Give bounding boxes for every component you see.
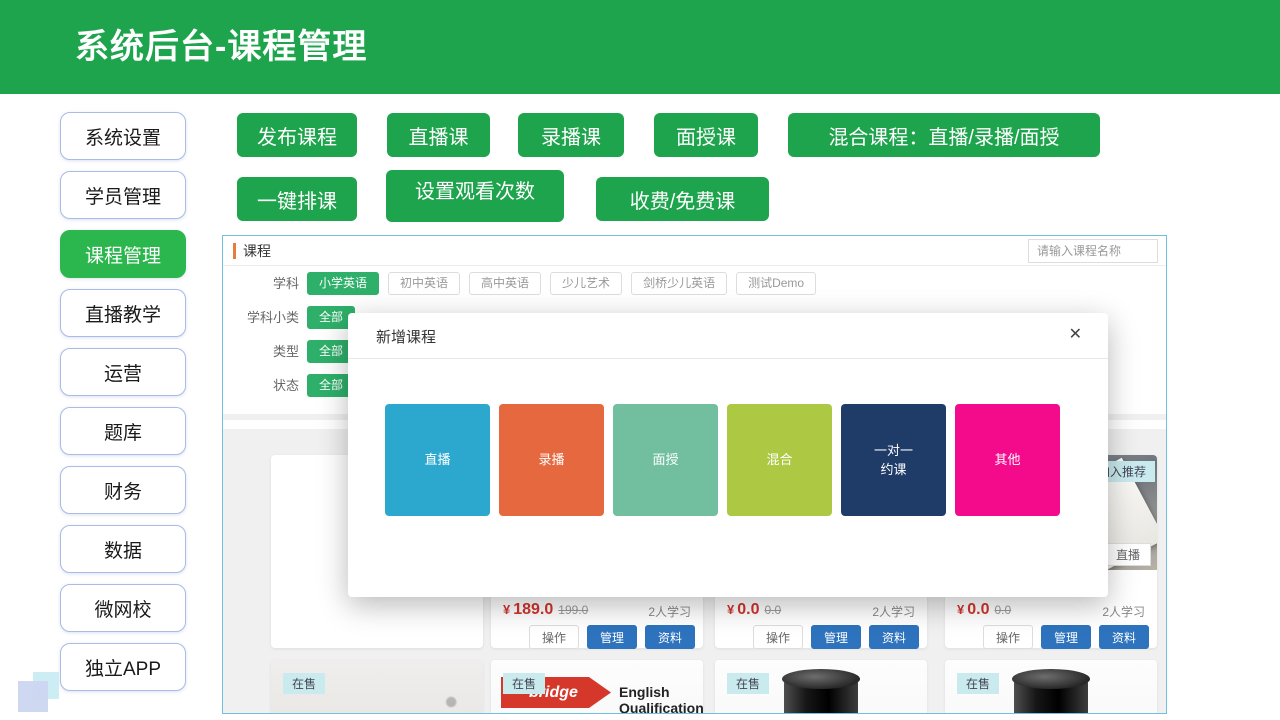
filter-tag-test-demo[interactable]: 测试Demo xyxy=(736,272,816,295)
currency-symbol: ¥ xyxy=(503,602,510,617)
operate-button[interactable]: 操作 xyxy=(753,625,803,649)
filter-row-subject: 学科 小学英语 初中英语 高中英语 少儿艺术 剑桥少儿英语 测试Demo xyxy=(223,272,1166,296)
course-type-recorded[interactable]: 录播 xyxy=(499,404,604,516)
modal-title: 新增课程 xyxy=(376,326,436,347)
close-icon[interactable]: ✕ xyxy=(1069,324,1082,344)
manage-button[interactable]: 管理 xyxy=(811,625,861,649)
students-count: 2人学习 xyxy=(1102,603,1145,620)
one-click-schedule-button[interactable]: 一键排课 xyxy=(237,177,357,221)
card-actions: 操作 管理 资料 xyxy=(983,625,1149,649)
course-card[interactable]: 在售 xyxy=(945,660,1157,714)
sidebar-item-standalone-app[interactable]: 独立APP xyxy=(60,643,186,691)
original-price: 0.0 xyxy=(994,603,1011,617)
publish-course-button[interactable]: 发布课程 xyxy=(237,113,357,157)
filter-tag-junior-english[interactable]: 初中英语 xyxy=(388,272,460,295)
recorded-course-button[interactable]: 录播课 xyxy=(518,113,624,157)
decorative-square-lavender xyxy=(18,681,48,712)
filter-tag-cambridge-kids-english[interactable]: 剑桥少儿英语 xyxy=(631,272,727,295)
operate-button[interactable]: 操作 xyxy=(529,625,579,649)
page-title: 系统后台-课程管理 xyxy=(75,0,367,94)
on-sale-badge: 在售 xyxy=(957,673,999,694)
filter-tag-senior-english[interactable]: 高中英语 xyxy=(469,272,541,295)
panel-title: 课程 xyxy=(243,236,271,266)
manage-button[interactable]: 管理 xyxy=(1041,625,1091,649)
course-price: 0.0 xyxy=(737,601,759,618)
materials-button[interactable]: 资料 xyxy=(645,625,695,649)
mixed-course-button[interactable]: 混合课程：直播/录播/面授 xyxy=(788,113,1100,157)
price-row: ¥0.0 0.0 xyxy=(957,601,1011,619)
on-sale-badge: 在售 xyxy=(503,673,545,694)
search-input[interactable] xyxy=(1028,239,1158,263)
tag-list: 小学英语 初中英语 高中英语 少儿艺术 剑桥少儿英语 测试Demo xyxy=(307,272,816,295)
course-price: 0.0 xyxy=(967,601,989,618)
materials-button[interactable]: 资料 xyxy=(1099,625,1149,649)
live-course-button[interactable]: 直播课 xyxy=(387,113,490,157)
set-view-count-button[interactable]: 设置观看次数 xyxy=(386,170,564,222)
course-cover-title: English Qualifications xyxy=(619,684,703,714)
card-actions: 操作 管理 资料 xyxy=(529,625,695,649)
price-row: ¥0.0 0.0 xyxy=(727,601,781,619)
manage-button[interactable]: 管理 xyxy=(587,625,637,649)
panel-header: 课程 xyxy=(223,236,1166,266)
original-price: 0.0 xyxy=(764,603,781,617)
filter-label: 状态 xyxy=(223,374,299,398)
sidebar-item-system-settings[interactable]: 系统设置 xyxy=(60,112,186,160)
on-sale-badge: 在售 xyxy=(283,673,325,694)
accent-bar xyxy=(233,243,236,259)
course-card[interactable]: 在售 xyxy=(271,660,483,714)
course-type-in-person[interactable]: 面授 xyxy=(613,404,718,516)
materials-button[interactable]: 资料 xyxy=(869,625,919,649)
course-card[interactable]: 在售 xyxy=(715,660,927,714)
filter-label: 学科小类 xyxy=(223,306,299,330)
speaker-product-image xyxy=(1014,678,1088,714)
sidebar-item-live-teaching[interactable]: 直播教学 xyxy=(60,289,186,337)
course-type-live[interactable]: 直播 xyxy=(385,404,490,516)
students-count: 2人学习 xyxy=(648,603,691,620)
filter-label: 类型 xyxy=(223,340,299,364)
operate-button[interactable]: 操作 xyxy=(983,625,1033,649)
sidebar-item-data[interactable]: 数据 xyxy=(60,525,186,573)
paid-free-course-button[interactable]: 收费/免费课 xyxy=(596,177,769,221)
course-type-other[interactable]: 其他 xyxy=(955,404,1060,516)
sidebar-item-question-bank[interactable]: 题库 xyxy=(60,407,186,455)
course-card[interactable]: bridge English Qualifications 在售 xyxy=(491,660,703,714)
add-course-modal: 新增课程 ✕ 直播 录播 面授 混合 一对一 约课 其他 xyxy=(348,313,1108,597)
course-type-one-on-one[interactable]: 一对一 约课 xyxy=(841,404,946,516)
speaker-product-image xyxy=(784,678,858,714)
students-count: 2人学习 xyxy=(872,603,915,620)
filter-tag-primary-english[interactable]: 小学英语 xyxy=(307,272,379,295)
sidebar-item-operations[interactable]: 运营 xyxy=(60,348,186,396)
modal-divider xyxy=(348,358,1108,359)
sidebar-item-course-management[interactable]: 课程管理 xyxy=(60,230,186,278)
card-actions: 操作 管理 资料 xyxy=(753,625,919,649)
on-sale-badge: 在售 xyxy=(727,673,769,694)
price-row: ¥189.0 199.0 xyxy=(503,601,588,619)
course-type-cards: 直播 录播 面授 混合 一对一 约课 其他 xyxy=(385,404,1060,516)
sidebar: 系统设置 学员管理 课程管理 直播教学 运营 题库 财务 数据 微网校 独立AP… xyxy=(60,112,186,691)
filter-label: 学科 xyxy=(223,272,299,296)
course-type-tag: 直播 xyxy=(1105,543,1151,566)
currency-symbol: ¥ xyxy=(957,602,964,617)
app-header: 系统后台-课程管理 xyxy=(0,0,1280,94)
original-price: 199.0 xyxy=(558,603,588,617)
filter-tag-kids-art[interactable]: 少儿艺术 xyxy=(550,272,622,295)
course-type-mixed[interactable]: 混合 xyxy=(727,404,832,516)
in-person-course-button[interactable]: 面授课 xyxy=(654,113,758,157)
sidebar-item-student-management[interactable]: 学员管理 xyxy=(60,171,186,219)
sidebar-item-micro-school[interactable]: 微网校 xyxy=(60,584,186,632)
sidebar-item-finance[interactable]: 财务 xyxy=(60,466,186,514)
course-price: 189.0 xyxy=(513,601,553,618)
currency-symbol: ¥ xyxy=(727,602,734,617)
